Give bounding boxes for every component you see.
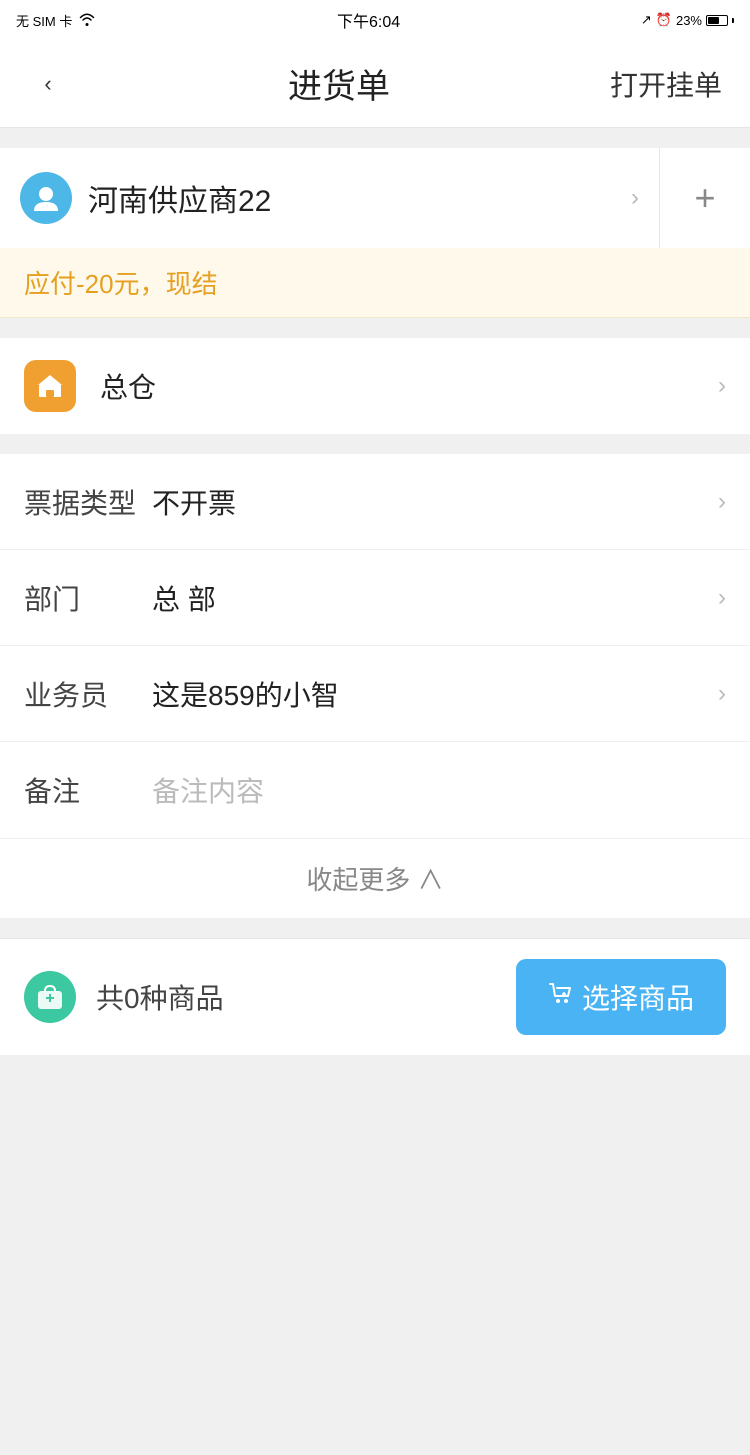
battery-text: 23%	[676, 13, 702, 28]
section-gap-1	[0, 128, 750, 148]
remark-label: 备注	[24, 770, 144, 810]
direction-icon: ↗	[641, 12, 652, 28]
supplier-section: 河南供应商22 › +	[0, 148, 750, 248]
back-button[interactable]: ‹	[28, 71, 68, 97]
chevron-right-icon: ›	[718, 584, 726, 612]
notice-text: 应付-20元，现结	[24, 269, 218, 299]
warehouse-icon	[24, 360, 76, 412]
invoice-type-label: 票据类型	[24, 482, 144, 522]
nav-bar: ‹ 进货单 打开挂单	[0, 40, 750, 128]
page-title: 进货单	[288, 59, 390, 108]
remark-row[interactable]: 备注 备注内容	[0, 742, 750, 838]
sim-status: 无 SIM 卡	[16, 11, 72, 30]
department-row[interactable]: 部门 总 部 ›	[0, 550, 750, 646]
warehouse-section: 总仓 ›	[0, 338, 750, 434]
department-value: 总 部	[152, 578, 718, 618]
content-area	[0, 1055, 750, 1455]
salesman-row[interactable]: 业务员 这是859的小智 ›	[0, 646, 750, 742]
remark-placeholder: 备注内容	[152, 770, 726, 810]
alarm-icon: ⏰	[656, 12, 672, 28]
collapse-button[interactable]: 收起更多 ∧	[0, 838, 750, 918]
bottom-bar: 共0种商品 选择商品	[0, 938, 750, 1055]
add-supplier-button[interactable]: +	[660, 148, 750, 248]
collapse-label: 收起更多 ∧	[306, 860, 443, 897]
select-product-label: 选择商品	[582, 977, 694, 1017]
product-icon	[24, 971, 76, 1023]
select-product-button[interactable]: 选择商品	[516, 959, 726, 1035]
salesman-value: 这是859的小智	[152, 674, 718, 714]
department-label: 部门	[24, 578, 144, 618]
supplier-selector[interactable]: 河南供应商22 ›	[0, 148, 660, 248]
wifi-icon	[78, 12, 96, 29]
invoice-type-row[interactable]: 票据类型 不开票 ›	[0, 454, 750, 550]
warehouse-label: 总仓	[100, 366, 718, 406]
warehouse-row[interactable]: 总仓 ›	[0, 338, 750, 434]
status-time: 下午6:04	[337, 8, 400, 32]
chevron-right-icon: ›	[631, 184, 639, 212]
section-gap-4	[0, 918, 750, 938]
chevron-right-icon: ›	[718, 680, 726, 708]
cart-icon	[548, 981, 574, 1013]
invoice-type-value: 不开票	[152, 482, 718, 522]
chevron-right-icon: ›	[718, 488, 726, 516]
section-gap-3	[0, 434, 750, 454]
supplier-name: 河南供应商22	[88, 176, 615, 220]
form-section: 票据类型 不开票 › 部门 总 部 › 业务员 这是859的小智 › 备注 备注…	[0, 454, 750, 838]
notice-banner: 应付-20元，现结	[0, 248, 750, 318]
status-left: 无 SIM 卡	[16, 11, 96, 30]
status-right: ↗ ⏰ 23%	[641, 12, 734, 28]
chevron-right-icon: ›	[718, 372, 726, 400]
supplier-avatar	[20, 172, 72, 224]
section-gap-2	[0, 318, 750, 338]
salesman-label: 业务员	[24, 674, 144, 714]
status-bar: 无 SIM 卡 下午6:04 ↗ ⏰ 23%	[0, 0, 750, 40]
open-order-button[interactable]: 打开挂单	[610, 64, 722, 104]
battery-icon	[706, 15, 728, 26]
product-count-label: 共0种商品	[96, 977, 496, 1017]
